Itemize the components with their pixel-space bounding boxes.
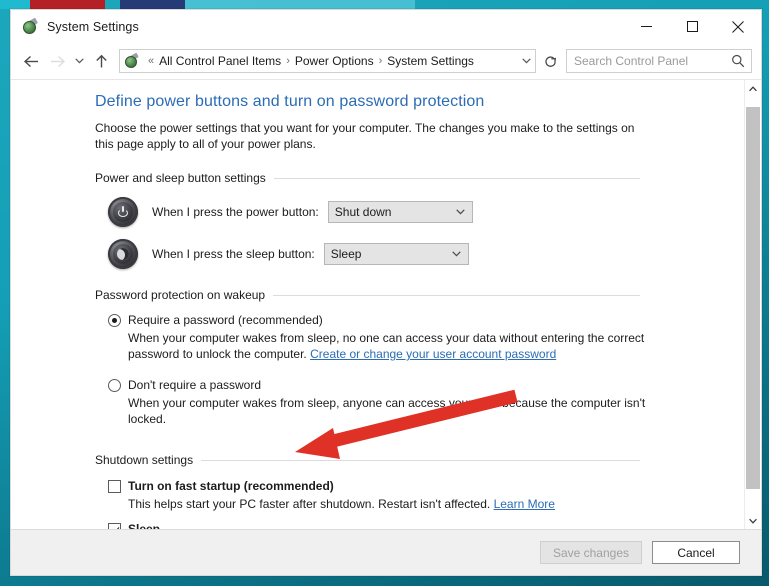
checkbox-sleep-row[interactable]: Sleep Show in Power menu. <box>108 522 724 529</box>
sleep-moon-icon <box>108 239 138 269</box>
sleep-button-action-select[interactable]: Sleep <box>323 243 469 265</box>
group-header-power-sleep: Power and sleep button settings <box>95 171 724 185</box>
group-title: Power and sleep button settings <box>95 171 266 185</box>
radio-dont-require-password[interactable] <box>108 379 121 392</box>
checkbox-fast-startup-label: Turn on fast startup (recommended) <box>128 479 334 493</box>
page-description: Choose the power settings that you want … <box>95 121 635 151</box>
forward-button[interactable] <box>44 48 70 74</box>
chevron-down-icon <box>452 251 461 257</box>
refresh-icon[interactable] <box>538 49 563 73</box>
address-bar[interactable]: « All Control Panel Items › Power Option… <box>119 49 536 73</box>
breadcrumb-separator-icon: › <box>286 55 290 67</box>
power-options-icon <box>124 52 139 69</box>
breadcrumb-item-power-options[interactable]: Power Options <box>295 54 374 68</box>
maximize-button[interactable] <box>669 10 715 43</box>
description-text: This helps start your PC faster after sh… <box>128 497 494 511</box>
group-title: Shutdown settings <box>95 453 194 467</box>
power-options-icon <box>22 17 38 35</box>
radio-require-password[interactable] <box>108 314 121 327</box>
sleep-button-setting-row: When I press the sleep button: Sleep <box>108 239 724 269</box>
minimize-button[interactable] <box>623 10 669 43</box>
cancel-button[interactable]: Cancel <box>652 541 740 564</box>
radio-dont-require-password-label: Don't require a password <box>128 378 262 392</box>
radio-require-password-row[interactable]: Require a password (recommended) When yo… <box>108 313 724 362</box>
window-title: System Settings <box>47 19 139 34</box>
back-button[interactable] <box>18 48 44 74</box>
window-controls <box>623 10 761 43</box>
scrollbar-thumb[interactable] <box>746 107 760 489</box>
group-divider <box>273 294 640 296</box>
power-button-setting-row: When I press the power button: Shut down <box>108 197 724 227</box>
breadcrumb-separator-icon: › <box>378 55 383 67</box>
sleep-button-action-value: Sleep <box>330 247 362 261</box>
vertical-scrollbar[interactable] <box>744 80 761 529</box>
settings-content-pane: Define power buttons and turn on passwor… <box>11 80 744 529</box>
wallpaper-swatch <box>185 0 415 9</box>
save-changes-button[interactable]: Save changes <box>539 541 642 564</box>
group-header-shutdown-settings: Shutdown settings <box>95 453 724 467</box>
group-divider <box>273 177 640 179</box>
sleep-button-label: When I press the sleep button: <box>152 247 315 261</box>
power-button-action-value: Shut down <box>334 205 392 219</box>
recent-locations-chevron-down-icon[interactable] <box>70 48 88 74</box>
power-button-icon <box>108 197 138 227</box>
radio-require-password-description: When your computer wakes from sleep, no … <box>128 330 668 362</box>
radio-no-password-row[interactable]: Don't require a password When your compu… <box>108 378 724 427</box>
power-button-label: When I press the power button: <box>152 205 319 219</box>
search-box[interactable] <box>566 49 752 73</box>
power-button-action-select[interactable]: Shut down <box>327 201 473 223</box>
close-button[interactable] <box>715 10 761 43</box>
wallpaper-swatch <box>30 0 105 9</box>
scroll-up-arrow-icon[interactable] <box>745 80 761 97</box>
checkbox-sleep-label: Sleep <box>128 522 161 529</box>
breadcrumb-item-system-settings[interactable]: System Settings <box>387 54 474 68</box>
checkbox-fast-startup-description: This helps start your PC faster after sh… <box>128 496 555 512</box>
title-bar[interactable]: System Settings <box>11 10 761 43</box>
breadcrumb-overflow-icon[interactable]: « <box>143 55 159 67</box>
chevron-down-icon <box>456 209 465 215</box>
radio-dont-require-password-description: When your computer wakes from sleep, any… <box>128 396 646 426</box>
address-chevron-down-icon[interactable] <box>517 58 535 64</box>
search-icon[interactable] <box>725 54 751 68</box>
navigation-bar: « All Control Panel Items › Power Option… <box>11 43 761 79</box>
create-change-password-link[interactable]: Create or change your user account passw… <box>310 347 556 361</box>
learn-more-link[interactable]: Learn More <box>494 497 555 511</box>
page-title: Define power buttons and turn on passwor… <box>95 93 485 110</box>
group-header-password-protection: Password protection on wakeup <box>95 288 724 302</box>
wallpaper-swatch <box>0 0 30 9</box>
checkbox-fast-startup-row[interactable]: Turn on fast startup (recommended) This … <box>108 479 724 512</box>
dialog-footer: Save changes Cancel <box>11 529 761 575</box>
checkbox-sleep[interactable] <box>108 523 121 529</box>
window-body: Define power buttons and turn on passwor… <box>11 79 761 529</box>
radio-require-password-label: Require a password (recommended) <box>128 313 323 327</box>
up-level-button[interactable] <box>88 48 114 74</box>
scroll-down-arrow-icon[interactable] <box>745 512 761 529</box>
search-input[interactable] <box>567 50 717 72</box>
breadcrumb-item-all-control-panel-items[interactable]: All Control Panel Items <box>159 54 281 68</box>
group-divider <box>201 459 640 461</box>
checkbox-fast-startup[interactable] <box>108 480 121 493</box>
system-settings-window: System Settings « All Control Panel Item… <box>10 9 762 576</box>
scrollbar-track[interactable] <box>745 97 761 512</box>
group-title: Password protection on wakeup <box>95 288 266 302</box>
wallpaper-swatch <box>120 0 185 9</box>
